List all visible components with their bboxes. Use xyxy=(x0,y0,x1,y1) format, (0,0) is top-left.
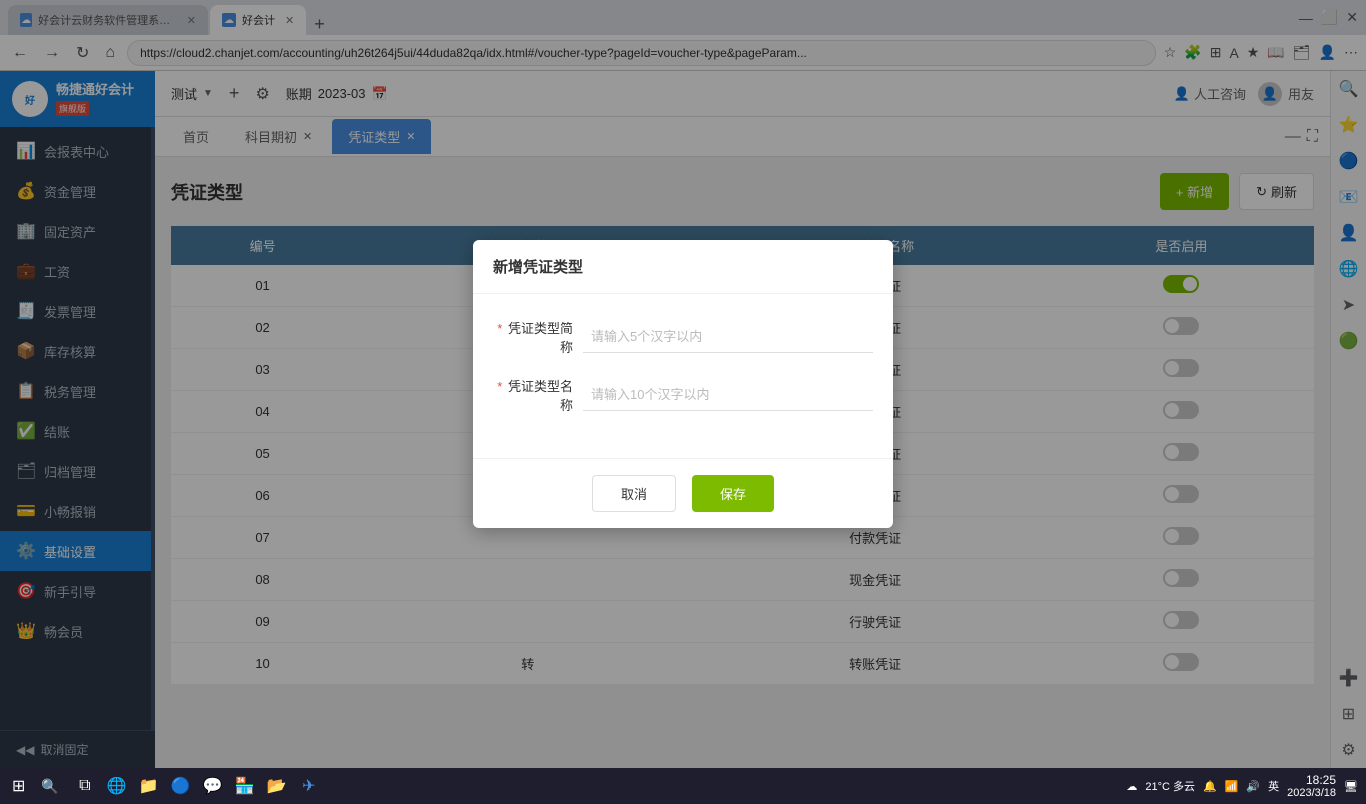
modal-header: 新增凭证类型 xyxy=(473,240,893,294)
modal-footer: 取消 保存 xyxy=(473,458,893,528)
taskbar-apps: ⧉ 🌐 📁 🔵 💬 🏪 📂 ✈ xyxy=(71,772,323,800)
search-button[interactable]: 🔍 xyxy=(37,774,62,799)
save-button[interactable]: 保存 xyxy=(692,475,774,512)
taskbar-store[interactable]: 🏪 xyxy=(231,772,259,800)
taskbar-edge2[interactable]: ✈ xyxy=(295,772,323,800)
required-marker-abbr: * xyxy=(497,321,502,336)
modal-dialog: 新增凭证类型 * 凭证类型简称 * 凭证类型名称 取消 保存 xyxy=(473,240,893,528)
form-label-name: * 凭证类型名称 xyxy=(493,376,583,414)
modal-overlay[interactable]: 新增凭证类型 * 凭证类型简称 * 凭证类型名称 取消 保存 xyxy=(0,0,1366,768)
taskbar-date: 2023/3/18 xyxy=(1287,787,1336,799)
taskbar-weather: 21°C 多云 xyxy=(1145,778,1195,794)
taskbar-chrome[interactable]: 🔵 xyxy=(167,772,195,800)
taskbar-time: 18:25 xyxy=(1287,773,1336,787)
taskbar-volume[interactable]: 🔊 xyxy=(1246,780,1260,793)
form-row-name: * 凭证类型名称 xyxy=(493,376,873,414)
taskbar-lang[interactable]: 英 xyxy=(1268,778,1279,794)
modal-body: * 凭证类型简称 * 凭证类型名称 xyxy=(473,294,893,458)
taskbar-files[interactable]: 📂 xyxy=(263,772,291,800)
taskbar-weather-icon: ☁ xyxy=(1126,780,1137,793)
taskbar-task-view[interactable]: ⧉ xyxy=(71,772,99,800)
form-label-abbr: * 凭证类型简称 xyxy=(493,318,583,356)
cancel-button[interactable]: 取消 xyxy=(592,475,676,512)
taskbar-notify[interactable]: 🔔 xyxy=(1203,780,1217,793)
form-row-abbr: * 凭证类型简称 xyxy=(493,318,873,356)
label-text-abbr: 凭证类型简称 xyxy=(508,321,573,355)
input-name[interactable] xyxy=(583,379,873,411)
required-marker-name: * xyxy=(497,379,502,394)
taskbar-wechat[interactable]: 💬 xyxy=(199,772,227,800)
modal-title: 新增凭证类型 xyxy=(493,259,583,276)
taskbar: ⊞ 🔍 ⧉ 🌐 📁 🔵 💬 🏪 📂 ✈ ☁ 21°C 多云 🔔 📶 🔊 xyxy=(0,768,1366,804)
taskbar-clock[interactable]: 18:25 2023/3/18 xyxy=(1287,773,1336,799)
taskbar-edge[interactable]: 🌐 xyxy=(103,772,131,800)
label-text-name: 凭证类型名称 xyxy=(508,379,573,413)
input-abbr[interactable] xyxy=(583,321,873,353)
taskbar-explorer[interactable]: 📁 xyxy=(135,772,163,800)
notification-icon[interactable]: 🖥 xyxy=(1344,780,1358,793)
taskbar-sys: ☁ 21°C 多云 🔔 📶 🔊 英 18:25 2023/3/18 🖥 xyxy=(1126,773,1358,799)
taskbar-network[interactable]: 📶 xyxy=(1225,780,1239,793)
start-button[interactable]: ⊞ xyxy=(8,772,29,800)
